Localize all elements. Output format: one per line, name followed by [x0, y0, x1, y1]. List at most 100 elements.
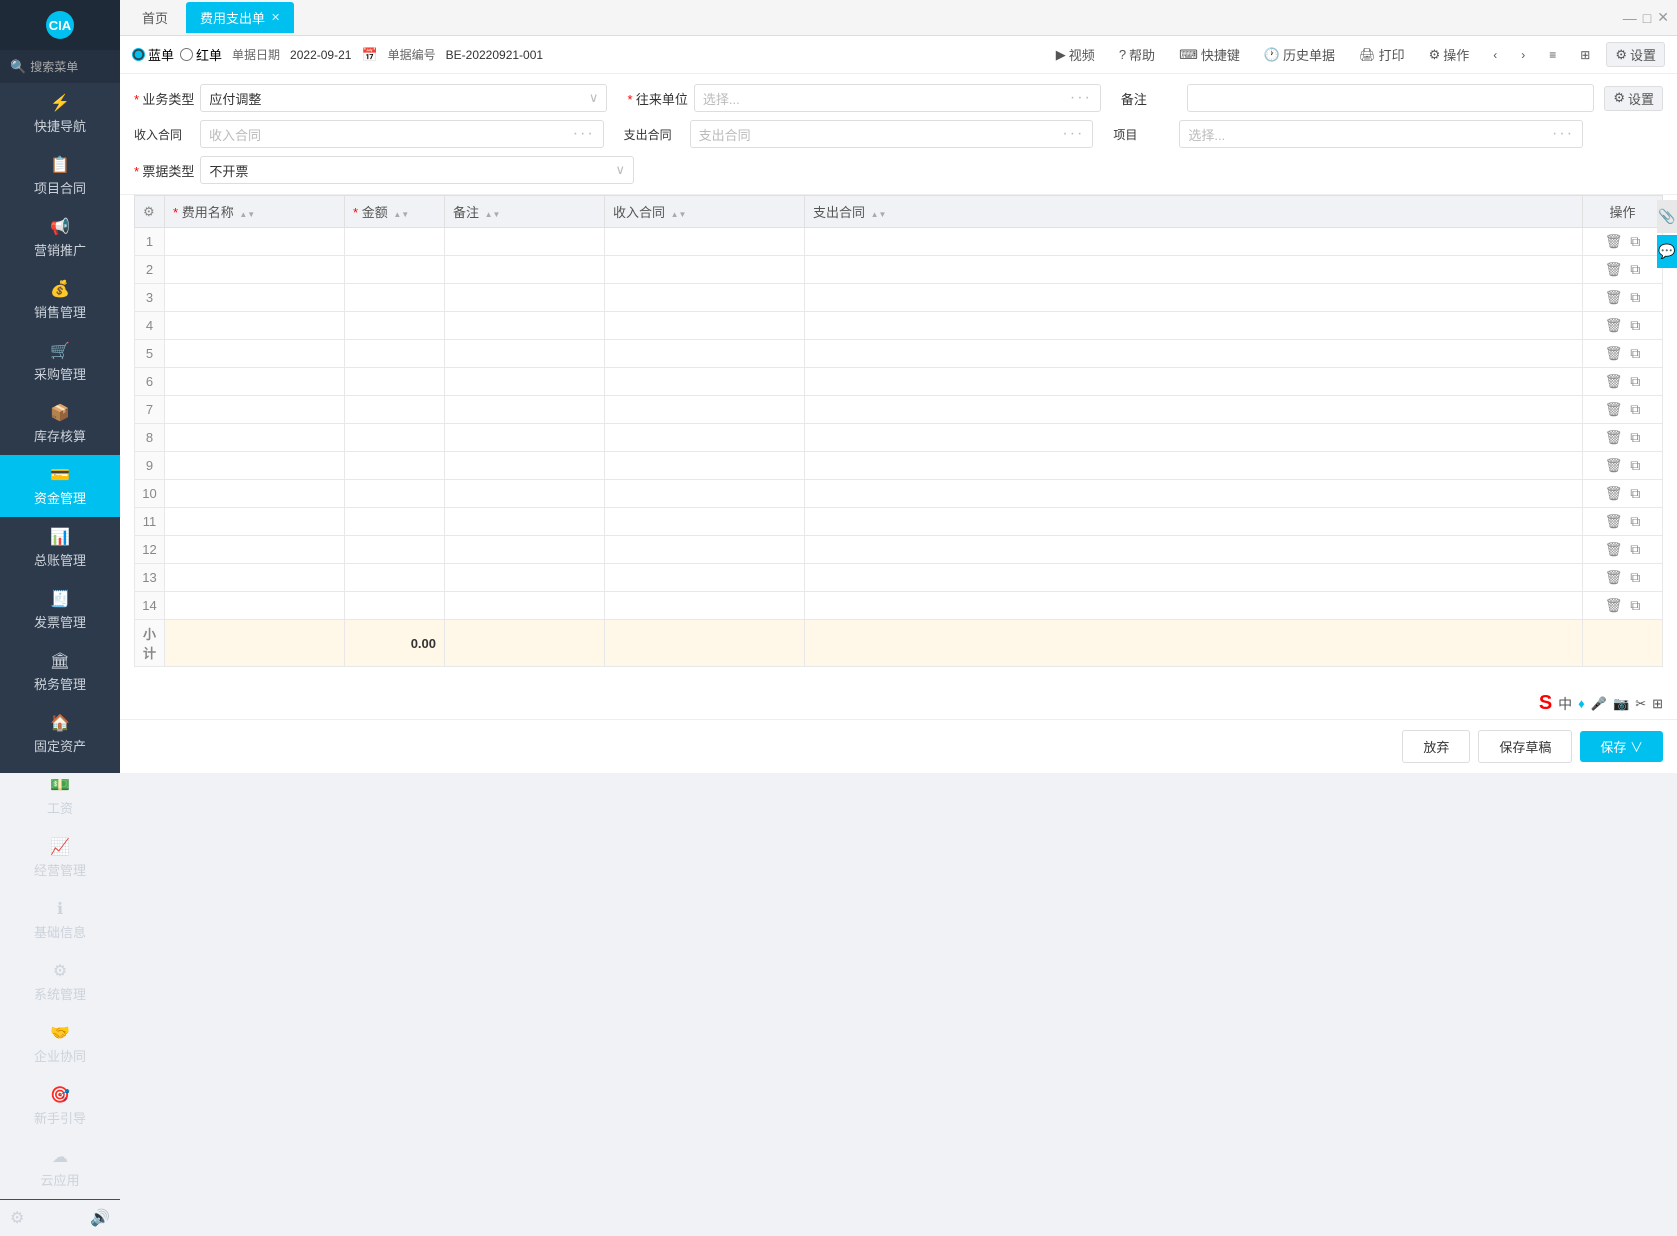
col-gear[interactable]: ⚙: [135, 196, 165, 228]
notes-cell[interactable]: [445, 228, 605, 256]
notes-cell[interactable]: [445, 340, 605, 368]
window-maximize-btn[interactable]: □: [1643, 10, 1651, 26]
business-type-select[interactable]: 应付调整 ∨: [200, 84, 607, 112]
sidebar-item-invoice-mgmt[interactable]: 🧾 发票管理: [0, 579, 120, 641]
expense-contract-cell[interactable]: [805, 284, 1583, 312]
volume-icon[interactable]: 🔊: [90, 1208, 110, 1228]
delete-icon[interactable]: 🗑: [1605, 317, 1623, 333]
calendar-icon[interactable]: 📅: [361, 47, 377, 63]
tab-close-icon[interactable]: ✕: [271, 11, 280, 24]
copy-icon[interactable]: ⧉: [1630, 457, 1640, 473]
notes-cell[interactable]: [445, 256, 605, 284]
income-contract-cell[interactable]: [605, 592, 805, 620]
float-btn-2[interactable]: 💬: [1657, 235, 1677, 268]
expense-name-cell[interactable]: [165, 564, 345, 592]
sort-icon[interactable]: ▲▼: [393, 210, 409, 219]
notes-cell[interactable]: [445, 368, 605, 396]
income-contract-input[interactable]: 收入合同 ···: [200, 120, 604, 148]
expense-name-cell[interactable]: [165, 592, 345, 620]
notes-cell[interactable]: [445, 284, 605, 312]
sidebar-item-fixed-assets[interactable]: 🏠 固定资产: [0, 703, 120, 765]
sidebar-item-cloud-apps[interactable]: ☁ 云应用: [0, 1137, 120, 1199]
expense-name-cell[interactable]: [165, 256, 345, 284]
expense-name-cell[interactable]: [165, 284, 345, 312]
copy-icon[interactable]: ⧉: [1630, 541, 1640, 557]
delete-icon[interactable]: 🗑: [1605, 457, 1623, 473]
sort-icon[interactable]: ▲▼: [239, 210, 255, 219]
copy-icon[interactable]: ⧉: [1630, 597, 1640, 613]
expense-contract-cell[interactable]: [805, 368, 1583, 396]
sidebar-item-capital-mgmt[interactable]: 💳 资金管理: [0, 455, 120, 517]
amount-cell[interactable]: [345, 452, 445, 480]
income-contract-cell[interactable]: [605, 256, 805, 284]
income-contract-cell[interactable]: [605, 368, 805, 396]
sort-icon[interactable]: ▲▼: [871, 210, 887, 219]
sidebar-item-purchase-mgmt[interactable]: 🛒 采购管理: [0, 331, 120, 393]
partner-input[interactable]: 选择... ···: [694, 84, 1101, 112]
expense-contract-cell[interactable]: [805, 340, 1583, 368]
sidebar-item-sales-mgmt[interactable]: 💰 销售管理: [0, 269, 120, 331]
amount-cell[interactable]: [345, 536, 445, 564]
sidebar-item-basic-info[interactable]: ℹ 基础信息: [0, 889, 120, 951]
copy-icon[interactable]: ⧉: [1630, 289, 1640, 305]
sidebar-item-quick-nav[interactable]: ⚡ 快捷导航: [0, 83, 120, 145]
income-contract-cell[interactable]: [605, 396, 805, 424]
amount-cell[interactable]: [345, 564, 445, 592]
notes-input[interactable]: [1187, 84, 1594, 112]
amount-cell[interactable]: [345, 368, 445, 396]
notes-cell[interactable]: [445, 312, 605, 340]
delete-icon[interactable]: 🗑: [1605, 289, 1623, 305]
sidebar-item-new-guide[interactable]: 🎯 新手引导: [0, 1075, 120, 1137]
copy-icon[interactable]: ⧉: [1630, 401, 1640, 417]
amount-cell[interactable]: [345, 340, 445, 368]
delete-icon[interactable]: 🗑: [1605, 401, 1623, 417]
expense-contract-cell[interactable]: [805, 396, 1583, 424]
settings-icon[interactable]: ⚙: [10, 1208, 24, 1228]
expense-name-cell[interactable]: [165, 536, 345, 564]
expense-contract-cell[interactable]: [805, 452, 1583, 480]
delete-icon[interactable]: 🗑: [1605, 541, 1623, 557]
sort-icon[interactable]: ▲▼: [671, 210, 687, 219]
income-contract-more-icon[interactable]: ···: [573, 125, 595, 143]
expense-contract-cell[interactable]: [805, 480, 1583, 508]
expense-contract-more-icon[interactable]: ···: [1062, 125, 1084, 143]
expense-contract-cell[interactable]: [805, 592, 1583, 620]
expense-contract-input[interactable]: 支出合同 ···: [690, 120, 1094, 148]
copy-icon[interactable]: ⧉: [1630, 317, 1640, 333]
notes-cell[interactable]: [445, 536, 605, 564]
amount-cell[interactable]: [345, 256, 445, 284]
discard-button[interactable]: 放弃: [1402, 730, 1470, 763]
amount-cell[interactable]: [345, 228, 445, 256]
amount-cell[interactable]: [345, 396, 445, 424]
amount-cell[interactable]: [345, 480, 445, 508]
notes-cell[interactable]: [445, 424, 605, 452]
blue-bill-radio[interactable]: 蓝单: [132, 45, 174, 64]
income-contract-cell[interactable]: [605, 452, 805, 480]
red-bill-radio[interactable]: 红单: [180, 45, 222, 64]
notes-cell[interactable]: [445, 564, 605, 592]
income-contract-cell[interactable]: [605, 284, 805, 312]
delete-icon[interactable]: 🗑: [1605, 373, 1623, 389]
view-grid-btn[interactable]: ⊞: [1572, 46, 1598, 64]
sidebar-item-business-mgmt[interactable]: 📈 经营管理: [0, 827, 120, 889]
project-more-icon[interactable]: ···: [1552, 125, 1574, 143]
income-contract-cell[interactable]: [605, 564, 805, 592]
field-settings-btn[interactable]: ⚙ 设置: [1604, 86, 1663, 111]
help-btn[interactable]: ? 帮助: [1111, 43, 1163, 66]
income-contract-cell[interactable]: [605, 340, 805, 368]
sidebar-item-inventory[interactable]: 📦 库存核算: [0, 393, 120, 455]
table-settings-icon[interactable]: ⚙: [143, 204, 155, 219]
copy-icon[interactable]: ⧉: [1630, 513, 1640, 529]
view-list-btn[interactable]: ≡: [1541, 46, 1564, 64]
print-btn[interactable]: 🖨 打印: [1351, 43, 1413, 66]
amount-cell[interactable]: [345, 312, 445, 340]
copy-icon[interactable]: ⧉: [1630, 261, 1640, 277]
amount-cell[interactable]: [345, 592, 445, 620]
notes-cell[interactable]: [445, 508, 605, 536]
delete-icon[interactable]: 🗑: [1605, 485, 1623, 501]
tab-expense-bill[interactable]: 费用支出单 ✕: [186, 2, 294, 33]
sort-icon[interactable]: ▲▼: [485, 210, 501, 219]
expense-name-cell[interactable]: [165, 396, 345, 424]
shortcuts-btn[interactable]: ⌨ 快捷键: [1171, 43, 1248, 66]
sidebar-item-system-mgmt[interactable]: ⚙ 系统管理: [0, 951, 120, 1013]
